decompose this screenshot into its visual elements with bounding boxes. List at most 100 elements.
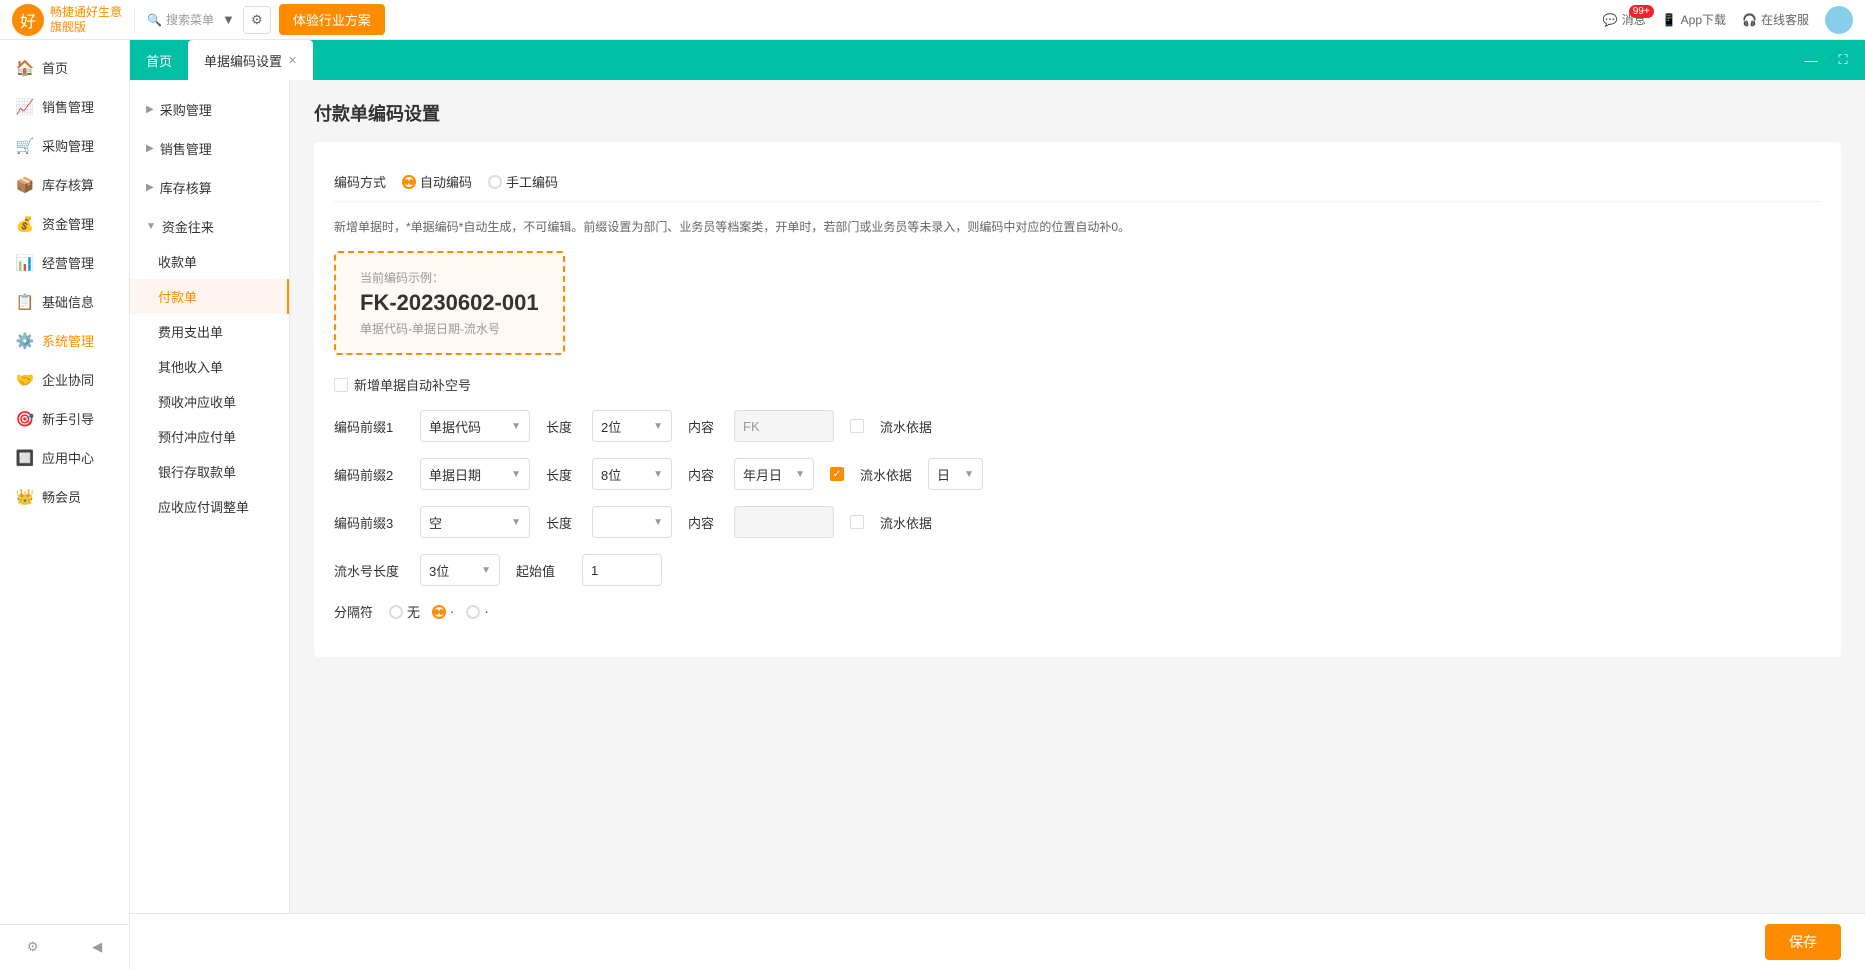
chevron-down-icon: ▼ (511, 517, 521, 528)
prefix-row-3: 编码前缀3 空 ▼ 长度 ▼ 内容 流水依据 (334, 506, 1821, 538)
app-icon: 📱 (1662, 13, 1677, 27)
sub-menu-item-other-income[interactable]: 其他收入单 (130, 349, 289, 384)
chevron-down-icon: ▼ (653, 421, 663, 432)
separator-dot-radio[interactable]: · (432, 604, 454, 619)
prefix-1-label: 编码前缀1 (334, 417, 404, 436)
flowing-1-checkbox[interactable] (850, 419, 864, 433)
search-icon: 🔍 (147, 13, 162, 27)
start-value-input[interactable]: 1 (582, 554, 662, 586)
sidebar-item-sales[interactable]: 📈 销售管理 (0, 87, 129, 126)
inventory-icon: 📦 (16, 176, 34, 194)
separator-label: 分隔符 (334, 602, 373, 621)
sub-menu-group-sales-title[interactable]: ▶ 销售管理 (130, 131, 289, 166)
serial-length-label: 流水号长度 (334, 561, 404, 580)
divider (134, 10, 135, 30)
tab-maximize-button[interactable]: ⛶ (1829, 46, 1857, 74)
tab-bar: 首页 单据编码设置 ✕ — ⛶ (130, 40, 1865, 80)
sidebar-item-inventory[interactable]: 📦 库存核算 (0, 165, 129, 204)
prefix-1-select[interactable]: 单据代码 ▼ (420, 410, 530, 442)
search-menu[interactable]: 🔍 搜索菜单 (147, 11, 214, 28)
chevron-down-icon: ▼ (653, 469, 663, 480)
auto-fill-checkbox[interactable] (334, 378, 348, 392)
radio-group-code-method: 自动编码 手工编码 (402, 172, 558, 191)
flowing-2-label: 流水依据 (860, 465, 912, 484)
prefix-2-select[interactable]: 单据日期 ▼ (420, 458, 530, 490)
flowing-3-checkbox[interactable] (850, 515, 864, 529)
content-2-select[interactable]: 年月日 ▼ (734, 458, 814, 490)
serial-length-select[interactable]: 3位 ▼ (420, 554, 500, 586)
sub-menu-group-capital: ▼ 资金往来 收款单 付款单 费用支出单 其他收入单 预收冲应收单 预付冲应付单… (130, 209, 289, 524)
sidebar-collapse-button[interactable]: ◀ (86, 933, 108, 961)
separator-dot2-radio[interactable]: · (466, 604, 488, 619)
member-icon: 👑 (16, 488, 34, 506)
sidebar-item-operations[interactable]: 📊 经营管理 (0, 243, 129, 282)
length-2-select[interactable]: 8位 ▼ (592, 458, 672, 490)
content-2-label: 内容 (688, 465, 718, 484)
online-service-item[interactable]: 🎧 在线客服 (1742, 11, 1809, 28)
chevron-down-icon: ▼ (653, 517, 663, 528)
tab-close-icon[interactable]: ✕ (288, 54, 297, 67)
chevron-down-icon: ▼ (511, 469, 521, 480)
sub-menu-item-prepay-payable[interactable]: 预付冲应付单 (130, 419, 289, 454)
preview-label: 当前编码示例： (360, 269, 539, 286)
sub-menu-item-adjust[interactable]: 应收应付调整单 (130, 489, 289, 524)
user-avatar[interactable] (1825, 6, 1853, 34)
flowing-2-checkbox[interactable]: ✓ (830, 467, 844, 481)
tab-home[interactable]: 首页 (130, 40, 188, 80)
chevron-right-icon: ▶ (146, 182, 154, 193)
day-2-select[interactable]: 日 ▼ (928, 458, 983, 490)
manual-code-radio-circle (488, 175, 502, 189)
sidebar-item-home[interactable]: 🏠 首页 (0, 48, 129, 87)
sidebar-item-enterprise[interactable]: 🤝 企业协同 (0, 360, 129, 399)
sub-menu-item-prepay-receivable[interactable]: 预收冲应收单 (130, 384, 289, 419)
finance-icon: 💰 (16, 215, 34, 233)
content-1-label: 内容 (688, 417, 718, 436)
separator-dot-radio-circle (432, 605, 446, 619)
save-button[interactable]: 保存 (1765, 924, 1841, 960)
topbar-dropdown[interactable]: ▼ (222, 12, 235, 27)
sidebar-item-purchase[interactable]: 🛒 采购管理 (0, 126, 129, 165)
tab-document-code-settings[interactable]: 单据编码设置 ✕ (188, 40, 313, 80)
length-3-select[interactable]: ▼ (592, 506, 672, 538)
sub-menu-item-bank-deposit[interactable]: 银行存取款单 (130, 454, 289, 489)
preview-desc: 单据代码-单据日期-流水号 (360, 320, 539, 337)
sidebar-item-finance[interactable]: 💰 资金管理 (0, 204, 129, 243)
prefix-3-select[interactable]: 空 ▼ (420, 506, 530, 538)
bottom-bar: 保存 (130, 913, 1865, 969)
length-1-select[interactable]: 2位 ▼ (592, 410, 672, 442)
purchase-icon: 🛒 (16, 137, 34, 155)
sidebar-item-guide[interactable]: 🎯 新手引导 (0, 399, 129, 438)
message-item[interactable]: 💬 消息 99+ (1603, 11, 1646, 28)
sidebar-item-basic[interactable]: 📋 基础信息 (0, 282, 129, 321)
experience-button[interactable]: 体验行业方案 (279, 4, 385, 35)
length-2-label: 长度 (546, 465, 576, 484)
logo-text: 畅捷通好生意 旗舰版 (50, 5, 122, 34)
prefix-3-label: 编码前缀3 (334, 513, 404, 532)
gear-button[interactable]: ⚙ (243, 6, 271, 34)
sub-menu-group-capital-title[interactable]: ▼ 资金往来 (130, 209, 289, 244)
sidebar-settings-button[interactable]: ⚙ (21, 933, 45, 961)
sidebar-item-member[interactable]: 👑 畅会员 (0, 477, 129, 516)
separator-none-radio[interactable]: 无 (389, 602, 420, 621)
topbar: 好 畅捷通好生意 旗舰版 🔍 搜索菜单 ▼ ⚙ 体验行业方案 💬 消息 99+ … (0, 0, 1865, 40)
app-download-item[interactable]: 📱 App下载 (1662, 11, 1726, 28)
sidebar-menu: 🏠 首页 📈 销售管理 🛒 采购管理 📦 库存核算 💰 资金管理 📊 经 (0, 40, 129, 924)
sidebar-item-system[interactable]: ⚙️ 系统管理 (0, 321, 129, 360)
sidebar-item-app-center[interactable]: 🔲 应用中心 (0, 438, 129, 477)
sidebar-bottom: ⚙ ◀ (0, 924, 129, 969)
tab-minimize-button[interactable]: — (1797, 46, 1825, 74)
flowing-1-label: 流水依据 (880, 417, 932, 436)
sub-menu-item-expense[interactable]: 费用支出单 (130, 314, 289, 349)
sub-menu-item-receipt[interactable]: 收款单 (130, 244, 289, 279)
message-icon: 💬 (1603, 13, 1618, 27)
sub-menu-group-purchase-title[interactable]: ▶ 采购管理 (130, 92, 289, 127)
info-text: 新增单据时，*单据编码*自动生成，不可编辑。前缀设置为部门、业务员等档案类，开单… (334, 218, 1821, 235)
auto-code-radio[interactable]: 自动编码 (402, 172, 472, 191)
logo: 好 畅捷通好生意 旗舰版 (12, 4, 122, 36)
sub-menu-group-inventory-title[interactable]: ▶ 库存核算 (130, 170, 289, 205)
chevron-down-icon: ▼ (146, 221, 156, 232)
manual-code-radio[interactable]: 手工编码 (488, 172, 558, 191)
tab-bar-right: — ⛶ (1797, 46, 1865, 74)
sub-menu-item-payment[interactable]: 付款单 (130, 279, 289, 314)
code-method-label: 编码方式 (334, 172, 386, 191)
